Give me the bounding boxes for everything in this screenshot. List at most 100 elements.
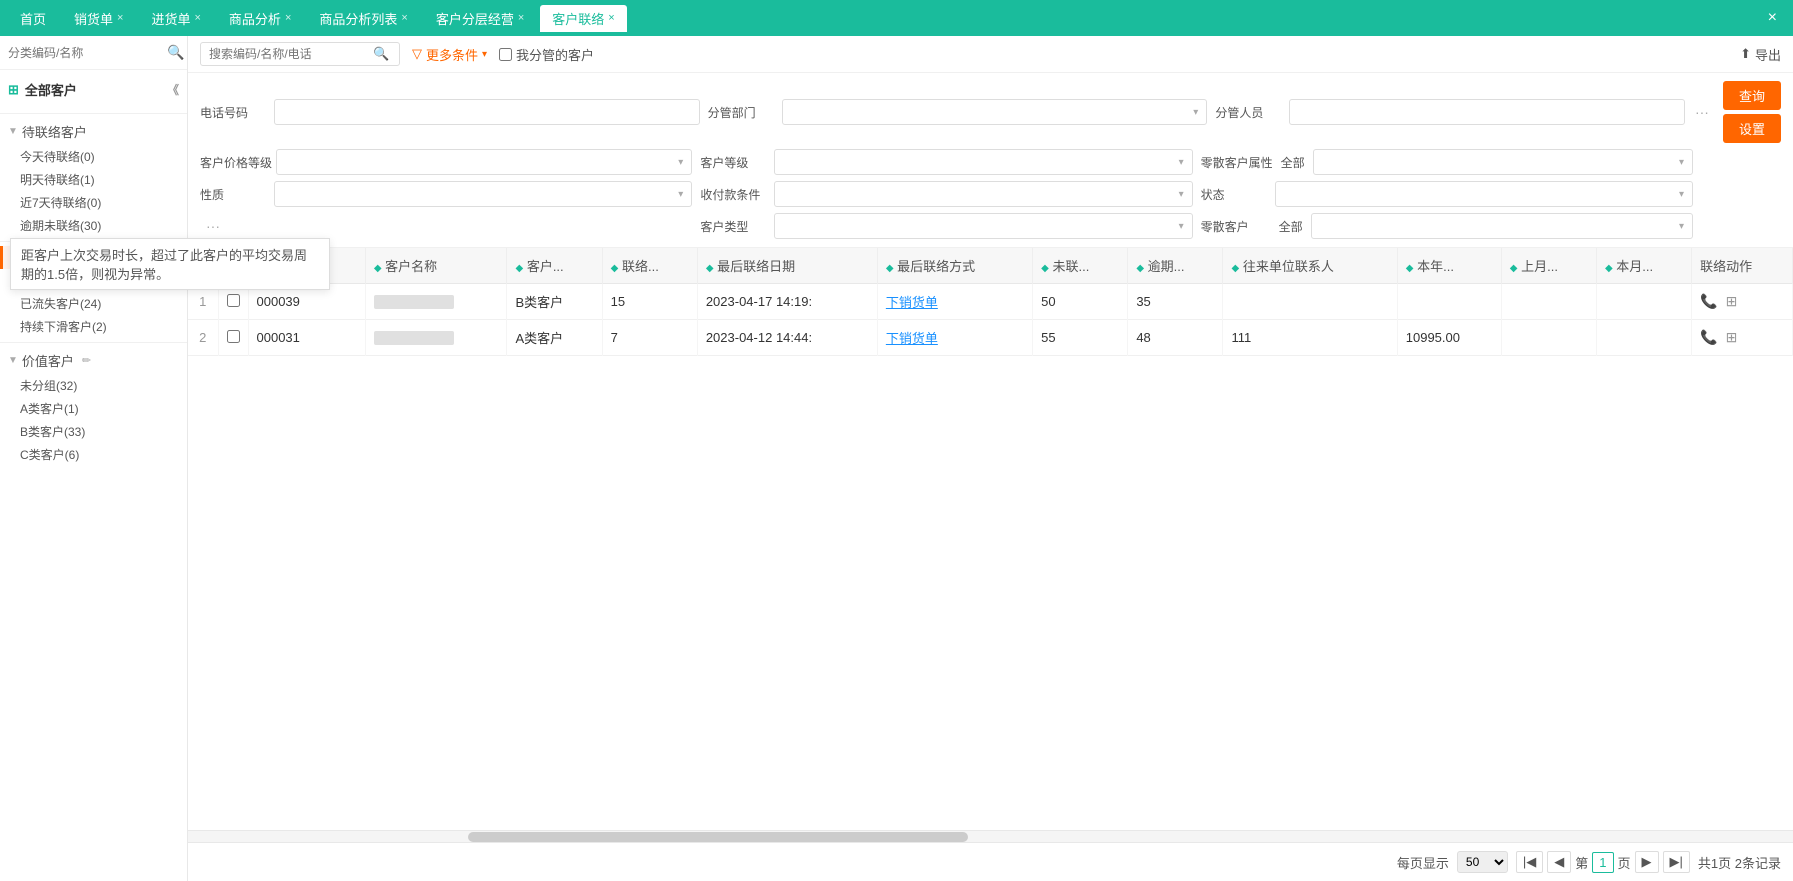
first-page-button[interactable]: |◀ [1516, 851, 1543, 873]
edit-icon[interactable]: ✏ [82, 354, 91, 367]
prev-page-button[interactable]: ◀ [1547, 851, 1571, 873]
sidebar-item-class-a[interactable]: A类客户(1) [0, 397, 187, 420]
my-customers-checkbox[interactable]: 我分管的客户 [499, 45, 594, 64]
value-group-title[interactable]: ▼ 价值客户 ✏ [0, 347, 187, 374]
manager-select[interactable] [1289, 99, 1685, 125]
row-uncontact-2: 55 [1033, 320, 1128, 356]
sidebar-item-churned[interactable]: 已流失客户(24) [0, 292, 187, 315]
sidebar-item-overdue[interactable]: 逾期未联络(30) [0, 214, 187, 237]
window-close-button[interactable]: × [1760, 5, 1785, 31]
close-icon[interactable]: × [285, 12, 291, 24]
sidebar-item-tomorrow[interactable]: 明天待联络(1) [0, 168, 187, 191]
nav-home[interactable]: 首页 [8, 5, 58, 32]
sort-icon: ◆ [1510, 263, 1518, 274]
table-header: ⚙ ◆ 客户编码 ◆ 客户名称 [188, 248, 1793, 284]
last-page-button[interactable]: ▶| [1663, 851, 1690, 873]
filter-nature: 性质 ▾ [200, 181, 692, 207]
advanced-filters: 电话号码 分管部门 ▾ 分管人员 ··· [188, 73, 1793, 248]
more-action-icon-2[interactable]: ⊞ [1726, 329, 1738, 346]
dots-icon[interactable]: ··· [1689, 102, 1715, 122]
row-partner-1 [1223, 284, 1397, 320]
sidebar-all-customers: ⊞ 全部客户 《 [0, 70, 187, 109]
sort-icon: ◆ [1406, 263, 1414, 274]
sidebar-item-ungroup[interactable]: 未分组(32) [0, 374, 187, 397]
sidebar-item-class-b[interactable]: B类客户(33) [0, 420, 187, 443]
close-icon-active[interactable]: × [608, 12, 614, 24]
setting-button[interactable]: 设置 [1723, 114, 1781, 143]
phone-action-icon-1[interactable]: 📞 [1700, 293, 1717, 310]
row-last-month-1 [1501, 284, 1596, 320]
close-icon[interactable]: × [518, 12, 524, 24]
row-overdue-1: 35 [1128, 284, 1223, 320]
last-method-link-1[interactable]: 下销货单 [886, 295, 938, 310]
nav-product-list[interactable]: 商品分析列表 × [307, 5, 419, 32]
chevron-down-icon: ▾ [1179, 189, 1184, 200]
retail-customer-select[interactable]: ▾ [1311, 213, 1693, 239]
my-customers-check[interactable] [499, 48, 512, 61]
retail-attr-select[interactable]: ▾ [1313, 149, 1693, 175]
close-icon[interactable]: × [194, 12, 200, 24]
price-level-select[interactable]: ▾ [276, 149, 692, 175]
nav-customer-contact[interactable]: 客户联络 × [540, 5, 626, 32]
sidebar-collapse-btn[interactable]: 《 [167, 81, 179, 98]
sidebar-item-class-c[interactable]: C类客户(6) [0, 443, 187, 466]
customer-type-select[interactable]: ▾ [774, 213, 1192, 239]
payment-select[interactable]: ▾ [774, 181, 1192, 207]
phone-action-icon-2[interactable]: 📞 [1700, 329, 1717, 346]
per-page-label: 每页显示 [1397, 853, 1449, 872]
dept-select[interactable]: ▾ [782, 99, 1208, 125]
more-options-dots[interactable]: ··· [200, 216, 226, 236]
waiting-group-title[interactable]: ▼ 待联络客户 [0, 118, 187, 145]
col-action: 联络动作 [1692, 248, 1793, 284]
row-this-month-2 [1596, 320, 1691, 356]
horizontal-scrollbar[interactable] [188, 830, 1793, 842]
row-action-2: 📞 ⊞ [1692, 320, 1793, 356]
filter-search-input[interactable] [209, 47, 369, 61]
chevron-down-icon: ▾ [482, 49, 487, 60]
nav-sales[interactable]: 销货单 × [62, 5, 135, 32]
sidebar-item-today[interactable]: 今天待联络(0) [0, 145, 187, 168]
per-page-select[interactable]: 50 100 200 [1457, 851, 1508, 873]
customer-level-select[interactable]: ▾ [774, 149, 1192, 175]
more-action-icon-1[interactable]: ⊞ [1726, 293, 1738, 310]
row-uncontact-1: 50 [1033, 284, 1128, 320]
scrollbar-thumb[interactable] [468, 832, 968, 842]
sort-icon: ◆ [611, 263, 619, 274]
sidebar: 🔍 ⊞ 全部客户 《 ▼ 待联络客户 今天待联络(0) 明天待联络(1) 近7天… [0, 36, 188, 881]
all-customers-title[interactable]: ⊞ 全部客户 《 [8, 76, 179, 103]
chevron-down-icon: ▾ [1679, 221, 1684, 232]
filter-icon: ▽ [412, 46, 422, 62]
close-icon[interactable]: × [117, 12, 123, 24]
sidebar-divider-3 [0, 342, 187, 343]
tooltip-box: 距客户上次交易时长，超过了此客户的平均交易周期的1.5倍，则视为异常。 [10, 238, 330, 290]
sidebar-item-declining[interactable]: 持续下滑客户(2) [0, 315, 187, 338]
export-button[interactable]: ⬆ 导出 [1740, 45, 1781, 64]
sidebar-divider-1 [0, 113, 187, 114]
sidebar-search-input[interactable] [8, 46, 163, 60]
phone-input[interactable] [274, 99, 700, 125]
row-checkbox-1[interactable] [227, 294, 240, 307]
tooltip-text: 距客户上次交易时长，超过了此客户的平均交易周期的1.5倍，则视为异常。 [21, 248, 307, 282]
nature-select[interactable]: ▾ [274, 181, 692, 207]
close-icon[interactable]: × [401, 12, 407, 24]
query-button[interactable]: 查询 [1723, 81, 1781, 110]
arrow-down-icon: ▼ [8, 126, 18, 137]
nav-product-analysis[interactable]: 商品分析 × [217, 5, 303, 32]
table-row: 2 000031 A类客户 7 2023-04-12 14:44: 下销货单 5… [188, 320, 1793, 356]
nav-purchase[interactable]: 进货单 × [139, 5, 212, 32]
sidebar-item-7days[interactable]: 近7天待联络(0) [0, 191, 187, 214]
col-uncontact: ◆ 未联... [1033, 248, 1128, 284]
col-partner: ◆ 往来单位联系人 [1223, 248, 1397, 284]
row-checkbox-2[interactable] [227, 330, 240, 343]
chevron-down-icon: ▾ [1679, 189, 1684, 200]
status-select[interactable]: ▾ [1275, 181, 1693, 207]
nav-customer-tier[interactable]: 客户分层经营 × [424, 5, 536, 32]
more-conditions-button[interactable]: ▽ 更多条件 ▾ [412, 45, 487, 64]
row-last-date-1: 2023-04-17 14:19: [697, 284, 877, 320]
row-last-date-2: 2023-04-12 14:44: [697, 320, 877, 356]
row-overdue-2: 48 [1128, 320, 1223, 356]
search-icon: 🔍 [373, 46, 389, 62]
next-page-button[interactable]: ▶ [1635, 851, 1659, 873]
last-method-link-2[interactable]: 下销货单 [886, 331, 938, 346]
filter-actions: 查询 设置 [1723, 81, 1781, 143]
